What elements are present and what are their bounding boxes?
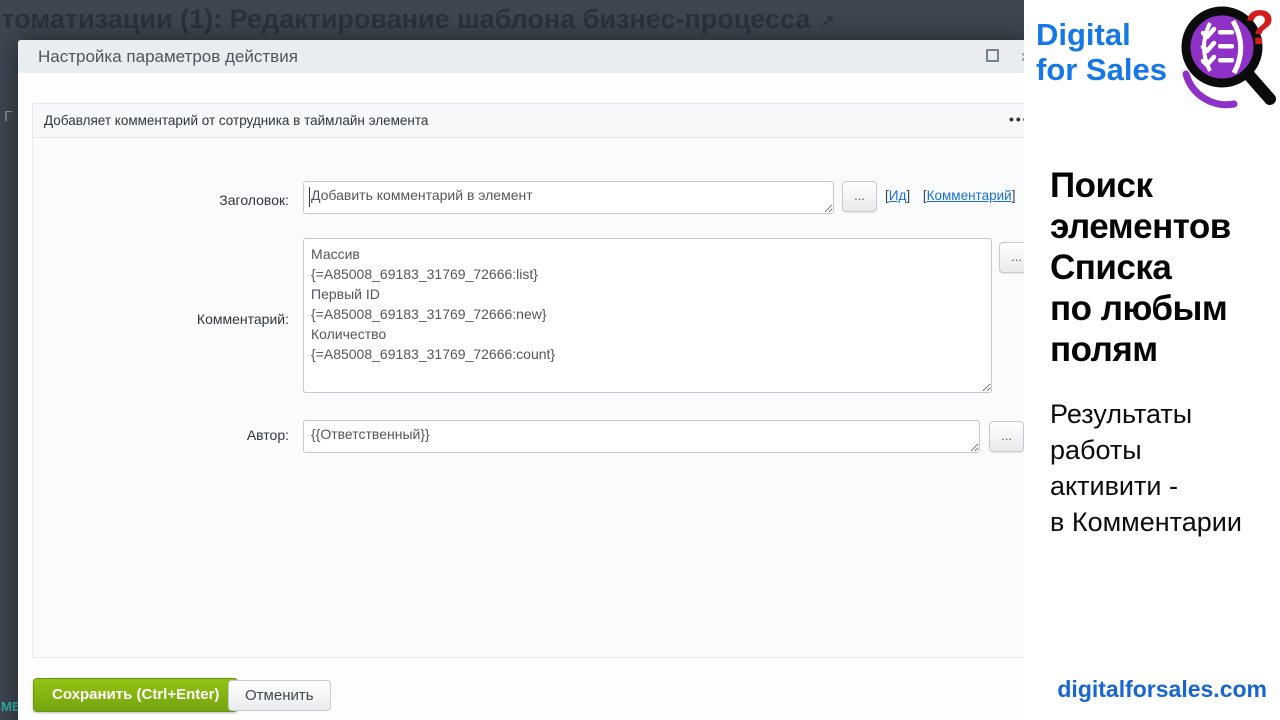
question-mark-icon: ?: [1245, 2, 1274, 55]
background-page-title-text: автоматизации (1): Редактирование шаблон…: [0, 4, 810, 34]
cancel-button[interactable]: Отменить: [228, 680, 331, 711]
external-link-arrow-icon: ↗: [820, 11, 834, 30]
promo-heading-line: элементов: [1050, 206, 1231, 247]
promo-heading-line: полям: [1050, 329, 1231, 370]
title-more-button[interactable]: ...: [842, 181, 877, 212]
save-button[interactable]: Сохранить (Ctrl+Enter): [33, 678, 238, 712]
comment-more-button[interactable]: ...: [999, 242, 1024, 273]
promo-heading-line: по любым: [1050, 288, 1231, 329]
dimmed-app-background: автоматизации (1): Редактирование шаблон…: [0, 0, 1024, 720]
promo-heading: Поиск элементов Списка по любым полям: [1050, 165, 1231, 370]
background-text-fragment: Г: [4, 108, 12, 125]
text-caret: [309, 187, 310, 207]
panel-menu-icon[interactable]: •••: [1009, 111, 1024, 127]
action-panel: Добавляет комментарий от сотрудника в та…: [32, 103, 1024, 658]
brand-logo-line2: for Sales: [1036, 53, 1167, 88]
background-page-title: автоматизации (1): Редактирование шаблон…: [0, 4, 835, 35]
promo-subtext-line: в Комментарии: [1050, 504, 1242, 540]
title-input[interactable]: Добавить комментарий в элемент: [303, 181, 834, 214]
website-link[interactable]: digitalforsales.com: [1057, 676, 1267, 703]
author-field-label: Автор:: [33, 427, 289, 443]
promo-heading-line: Списка: [1050, 247, 1231, 288]
maximize-icon[interactable]: [986, 49, 999, 62]
promo-sidebar: Digital for Sales ? Поиск элементов Спис…: [1024, 0, 1280, 720]
insert-value-links: [Ид] [Комментарий]: [885, 188, 1024, 203]
comment-link[interactable]: Комментарий: [927, 188, 1012, 203]
dialog-title: Настройка параметров действия: [38, 40, 298, 73]
author-input[interactable]: {{Ответственный}}: [303, 420, 980, 453]
action-description: Добавляет комментарий от сотрудника в та…: [44, 104, 428, 138]
action-settings-dialog: Настройка параметров действия ✕ Добавляе…: [18, 40, 1024, 720]
brand-logo-text: Digital for Sales: [1036, 18, 1167, 87]
brand-logo-line1: Digital: [1036, 18, 1167, 53]
action-panel-header: Добавляет комментарий от сотрудника в та…: [33, 104, 1024, 138]
promo-subtext-line: Результаты: [1050, 396, 1242, 432]
link-comment: [Комментарий]: [923, 188, 1016, 203]
comment-textarea[interactable]: Массив {=A85008_69183_31769_72666:list} …: [303, 238, 992, 393]
promo-subtext-line: работы: [1050, 432, 1242, 468]
id-link[interactable]: Ид: [889, 188, 907, 203]
search-checklist-logo-icon: ?: [1170, 0, 1280, 110]
dialog-titlebar: Настройка параметров действия ✕: [18, 40, 1024, 73]
title-field-label: Заголовок:: [33, 192, 289, 208]
comment-field-label: Комментарий:: [33, 311, 289, 327]
author-more-button[interactable]: ...: [989, 421, 1024, 452]
magnifier-handle: [1248, 74, 1270, 99]
promo-heading-line: Поиск: [1050, 165, 1231, 206]
promo-subtext: Результаты работы активити - в Комментар…: [1050, 396, 1242, 540]
promo-subtext-line: активити -: [1050, 468, 1242, 504]
link-id: [Ид]: [885, 188, 910, 203]
